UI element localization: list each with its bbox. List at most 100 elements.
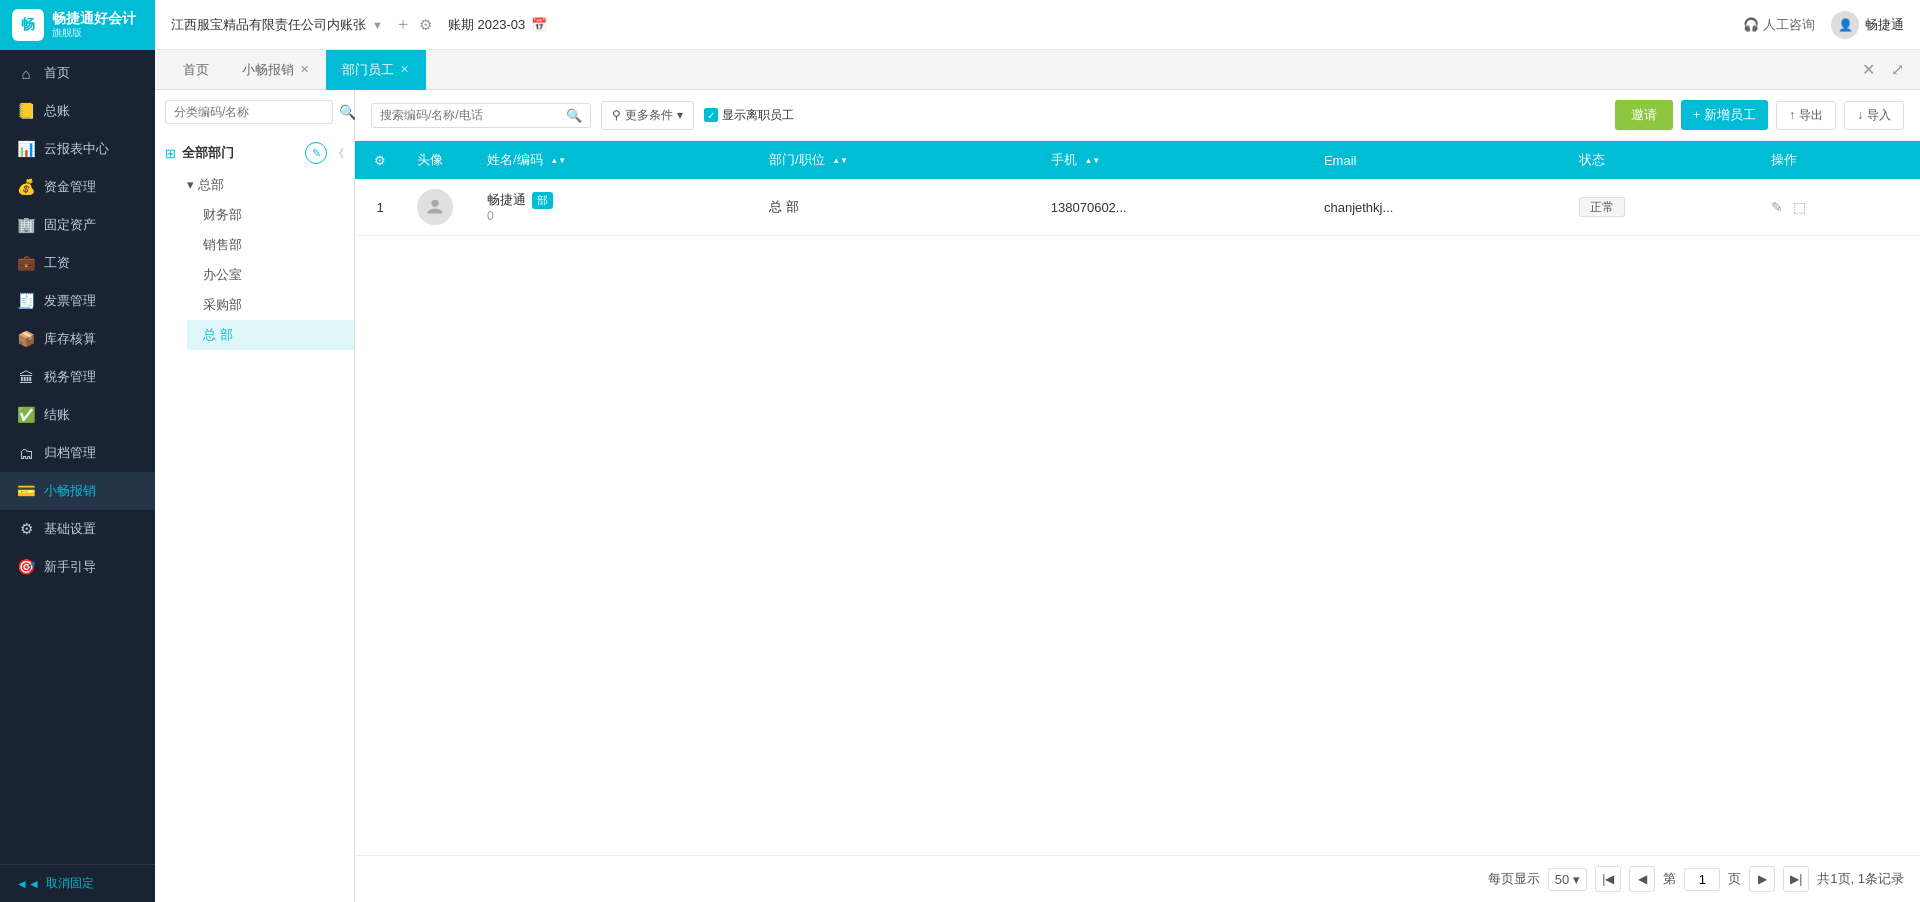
tab-dept-emp[interactable]: 部门员工 ✕ — [326, 50, 426, 90]
add-employee-button[interactable]: + 新增员工 — [1681, 100, 1768, 130]
first-page-button[interactable]: |◀ — [1595, 866, 1621, 892]
dept-tree: ⊞ 全部部门 ✎ 《 ▾ 总部 财务部 销售部 办公室 采购部 总 部 — [155, 132, 354, 902]
sidebar-item-settings[interactable]: ⚙ 基础设置 — [0, 510, 155, 548]
row-status: 正常 — [1567, 179, 1758, 236]
dept-search-icon[interactable]: 🔍 — [339, 104, 356, 120]
show-ex-checkbox[interactable]: ✓ — [704, 108, 718, 122]
dept-badge: 部 — [532, 192, 553, 209]
company-selector[interactable]: 江西服宝精品有限责任公司内账张 ▼ — [171, 16, 383, 34]
per-page-select[interactable]: 50 ▾ — [1548, 868, 1587, 891]
tabbar-actions: ✕ ⤢ — [1858, 56, 1908, 83]
dept-root-label: ▾ 总部 — [171, 170, 354, 200]
sidebar-unpin-button[interactable]: ◄◄ 取消固定 — [0, 864, 155, 902]
page-number-input[interactable] — [1684, 868, 1720, 891]
page-unit: 页 — [1728, 870, 1741, 888]
show-ex-employees-toggle[interactable]: ✓ 显示离职员工 — [704, 107, 794, 124]
logout-icon[interactable]: ⬚ — [1793, 199, 1806, 215]
user-menu[interactable]: 👤 畅捷通 — [1831, 11, 1904, 39]
chevron-down-icon: ▼ — [372, 19, 383, 31]
employee-panel: 🔍 ⚲ 更多条件 ▾ ✓ 显示离职员工 邀请 + 新增员工 ↑ 导出 — [355, 90, 1920, 902]
per-page-chevron-icon: ▾ — [1573, 872, 1580, 887]
all-dept-label: 全部部门 — [182, 144, 299, 162]
sidebar-item-label: 小畅报销 — [44, 482, 96, 500]
sidebar-item-home[interactable]: ⌂ 首页 — [0, 54, 155, 92]
tab-expense-close[interactable]: ✕ — [300, 63, 309, 76]
tab-expand-button[interactable]: ⤢ — [1887, 56, 1908, 83]
edit-icon[interactable]: ✎ — [1771, 199, 1783, 215]
show-ex-label: 显示离职员工 — [722, 107, 794, 124]
tab-expense[interactable]: 小畅报销 ✕ — [226, 50, 326, 90]
sidebar-item-expense[interactable]: 💳 小畅报销 — [0, 472, 155, 510]
sidebar-item-assets[interactable]: 🏢 固定资产 — [0, 206, 155, 244]
col-name[interactable]: 姓名/编码 ▲▼ — [475, 141, 757, 179]
sidebar-footer-label: 取消固定 — [46, 875, 94, 892]
dept-item-purchase[interactable]: 采购部 — [187, 290, 354, 320]
col-dept[interactable]: 部门/职位 ▲▼ — [757, 141, 1039, 179]
tab-home-label: 首页 — [183, 61, 209, 79]
prev-page-button[interactable]: ◀ — [1629, 866, 1655, 892]
row-index: 1 — [355, 179, 405, 236]
period-label: 账期 2023-03 — [448, 16, 525, 34]
help-button[interactable]: 🎧 人工咨询 — [1743, 16, 1815, 34]
sidebar-item-invoice[interactable]: 🧾 发票管理 — [0, 282, 155, 320]
next-page-button[interactable]: ▶ — [1749, 866, 1775, 892]
col-email: Email — [1312, 141, 1567, 179]
sidebar-item-label: 首页 — [44, 64, 70, 82]
sidebar-item-inventory[interactable]: 📦 库存核算 — [0, 320, 155, 358]
user-name: 畅捷通 — [1865, 16, 1904, 34]
dept-item-office[interactable]: 办公室 — [187, 260, 354, 290]
dept-search-input[interactable] — [165, 100, 333, 124]
sidebar-item-label: 新手引导 — [44, 558, 96, 576]
import-button[interactable]: ↓ 导入 — [1844, 101, 1904, 130]
employee-search-wrap[interactable]: 🔍 — [371, 103, 591, 128]
archive-icon: 🗂 — [16, 445, 36, 462]
employee-name: 畅捷通 部 — [487, 191, 745, 209]
col-settings[interactable]: ⚙ — [355, 141, 405, 179]
sidebar-item-funds[interactable]: 💰 资金管理 — [0, 168, 155, 206]
sidebar-item-salary[interactable]: 💼 工资 — [0, 244, 155, 282]
dept-children: 财务部 销售部 办公室 采购部 总 部 — [171, 200, 354, 350]
employee-toolbar: 🔍 ⚲ 更多条件 ▾ ✓ 显示离职员工 邀请 + 新增员工 ↑ 导出 — [355, 90, 1920, 141]
export-button[interactable]: ↑ 导出 — [1776, 101, 1836, 130]
row-phone: 138070602... — [1039, 179, 1312, 236]
sidebar-item-label: 云报表中心 — [44, 140, 109, 158]
company-settings-icon[interactable]: ⚙ — [419, 16, 432, 34]
sidebar-item-reports[interactable]: 📊 云报表中心 — [0, 130, 155, 168]
sidebar-item-guide[interactable]: 🎯 新手引导 — [0, 548, 155, 586]
invite-button[interactable]: 邀请 — [1615, 100, 1673, 130]
row-avatar — [405, 179, 475, 236]
grid-icon: ⊞ — [165, 146, 176, 161]
add-company-button[interactable]: ＋ — [395, 14, 411, 35]
row-email: chanjethkj... — [1312, 179, 1567, 236]
total-info: 共1页, 1条记录 — [1817, 870, 1904, 888]
sidebar-item-label: 发票管理 — [44, 292, 96, 310]
per-page-label: 每页显示 — [1488, 870, 1540, 888]
status-badge: 正常 — [1579, 197, 1625, 217]
filter-icon: ⚲ — [612, 108, 621, 122]
filter-button[interactable]: ⚲ 更多条件 ▾ — [601, 101, 694, 130]
dept-collapse-icon[interactable]: 《 — [333, 146, 344, 161]
employee-avatar — [417, 189, 453, 225]
last-page-button[interactable]: ▶| — [1783, 866, 1809, 892]
sidebar-item-label: 资金管理 — [44, 178, 96, 196]
dept-item-finance[interactable]: 财务部 — [187, 200, 354, 230]
sidebar-item-archive[interactable]: 🗂 归档管理 — [0, 434, 155, 472]
sidebar-item-label: 基础设置 — [44, 520, 96, 538]
employee-search-icon[interactable]: 🔍 — [566, 108, 582, 123]
topbar-right: 🎧 人工咨询 👤 畅捷通 — [1743, 11, 1904, 39]
tab-dept-close[interactable]: ✕ — [400, 63, 409, 76]
sidebar-item-tax[interactable]: 🏛 税务管理 — [0, 358, 155, 396]
employee-search-input[interactable] — [380, 108, 562, 122]
dept-item-general[interactable]: 总 部 — [187, 320, 354, 350]
col-phone[interactable]: 手机 ▲▼ — [1039, 141, 1312, 179]
sidebar-item-ledger[interactable]: 📒 总账 — [0, 92, 155, 130]
calendar-icon[interactable]: 📅 — [531, 17, 547, 32]
tab-home[interactable]: 首页 — [167, 50, 226, 90]
tab-close-button[interactable]: ✕ — [1858, 56, 1879, 83]
sidebar-item-settle[interactable]: ✅ 结账 — [0, 396, 155, 434]
ledger-icon: 📒 — [16, 102, 36, 120]
all-dept-header[interactable]: ⊞ 全部部门 ✎ 《 — [155, 136, 354, 170]
dept-edit-button[interactable]: ✎ — [305, 142, 327, 164]
svg-point-0 — [431, 200, 438, 207]
dept-item-sales[interactable]: 销售部 — [187, 230, 354, 260]
